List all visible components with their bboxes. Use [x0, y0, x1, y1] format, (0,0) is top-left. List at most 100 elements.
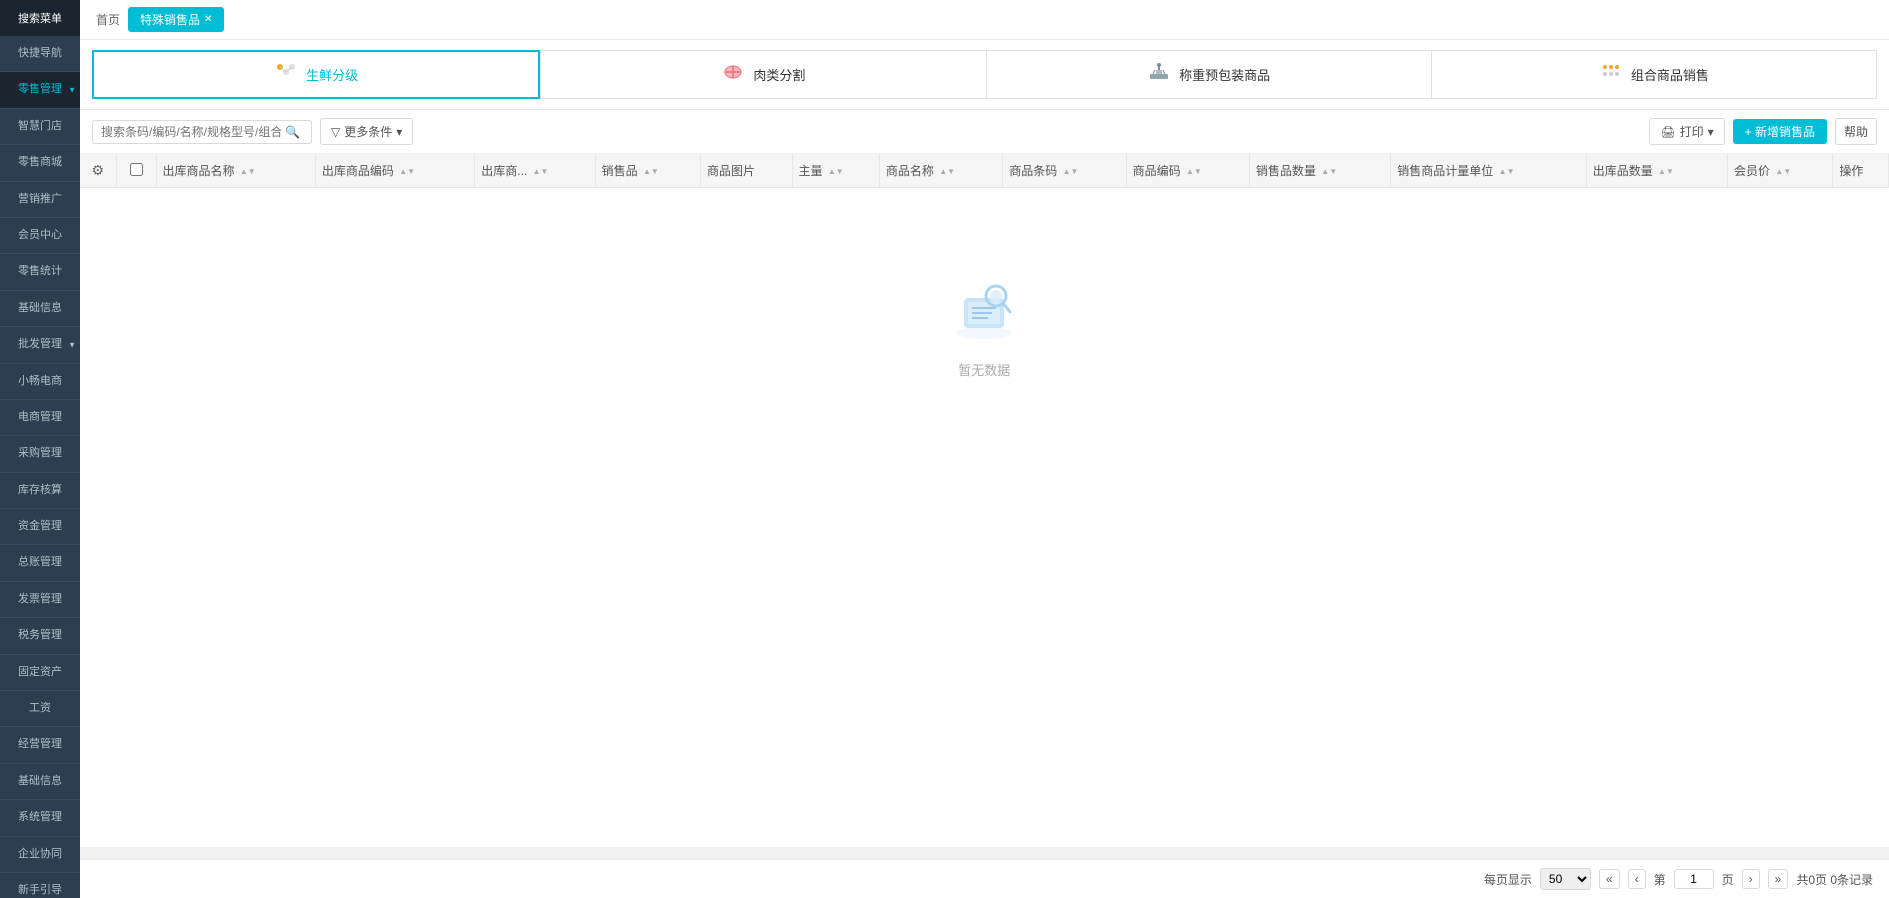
- sort-icon[interactable]: ▲▼: [1499, 168, 1515, 176]
- active-tab[interactable]: 特殊销售品 ✕: [128, 7, 224, 32]
- th-sales-goods: 销售品 ▲▼: [595, 154, 700, 188]
- print-button[interactable]: 🖨 打印 ▾: [1649, 118, 1724, 145]
- sidebar-item-basic-info[interactable]: 基础信息: [0, 291, 80, 327]
- th-settings: ⚙: [80, 154, 116, 188]
- sidebar-item-ecommerce-mgmt[interactable]: 电商管理: [0, 400, 80, 436]
- th-sales-unit: 销售商品计量单位 ▲▼: [1391, 154, 1586, 188]
- sidebar-item-sys-mgmt[interactable]: 系统管理: [0, 800, 80, 836]
- sidebar-item-wages[interactable]: 工资: [0, 691, 80, 727]
- page-label: 第: [1654, 871, 1666, 888]
- sidebar-item-member-center[interactable]: 会员中心: [0, 218, 80, 254]
- main-content: 首页 特殊销售品 ✕ 生鲜分级: [80, 0, 1889, 898]
- sidebar-logo[interactable]: 搜索菜单: [0, 0, 80, 36]
- fresh-grade-icon: [274, 62, 298, 87]
- empty-text: 暂无数据: [958, 360, 1010, 379]
- horizontal-scrollbar[interactable]: [80, 847, 1889, 859]
- sidebar-item-ops-mgmt[interactable]: 经营管理: [0, 727, 80, 763]
- sort-icon[interactable]: ▲▼: [533, 168, 549, 176]
- tab-fresh-grade-label: 生鲜分级: [306, 65, 358, 84]
- meat-cut-icon: [721, 62, 745, 87]
- tab-combo-sales[interactable]: 组合商品销售: [1431, 50, 1877, 99]
- sidebar-item-inventory[interactable]: 库存核算: [0, 473, 80, 509]
- th-goods-name: 商品名称 ▲▼: [879, 154, 1002, 188]
- sort-icon[interactable]: ▲▼: [643, 168, 659, 176]
- sidebar-item-quick-nav[interactable]: 快捷导航: [0, 36, 80, 72]
- empty-state-icon: [944, 268, 1024, 348]
- page-input[interactable]: [1674, 869, 1714, 889]
- sidebar-item-marketing[interactable]: 营销推广: [0, 182, 80, 218]
- sidebar-item-invoice-mgmt[interactable]: 发票管理: [0, 582, 80, 618]
- th-action: 操作: [1833, 154, 1889, 188]
- sidebar-item-wholesale-mgmt[interactable]: 批发管理: [0, 327, 80, 363]
- sort-icon[interactable]: ▲▼: [1186, 168, 1202, 176]
- home-link[interactable]: 首页: [96, 11, 120, 28]
- filter-arrow-icon: ▾: [396, 125, 402, 139]
- weigh-prepack-icon: [1147, 62, 1171, 87]
- tab-meat-cut[interactable]: 肉类分割: [540, 50, 985, 99]
- select-all-checkbox[interactable]: [130, 163, 143, 176]
- th-goods-image: 商品图片: [700, 154, 792, 188]
- sort-icon[interactable]: ▲▼: [1658, 168, 1674, 176]
- toolbar: 🔍 ▽ 更多条件 ▾ 🖨 打印 ▾ + 新增销售品 帮助: [80, 110, 1889, 154]
- page-content: 生鲜分级 肉类分割: [80, 40, 1889, 898]
- th-out-goods-code: 出库商品编码 ▲▼: [315, 154, 474, 188]
- sidebar-item-capital-mgmt[interactable]: 资金管理: [0, 509, 80, 545]
- search-icon[interactable]: 🔍: [285, 125, 300, 139]
- sidebar-logo-label: 搜索菜单: [18, 10, 62, 26]
- table-wrapper: ⚙ 出库商品名称 ▲▼ 出库商品编码 ▲▼: [80, 154, 1889, 847]
- column-settings-icon[interactable]: ⚙: [91, 162, 104, 178]
- tab-meat-cut-label: 肉类分割: [753, 65, 805, 84]
- sort-icon[interactable]: ▲▼: [1775, 168, 1791, 176]
- search-box[interactable]: 🔍: [92, 120, 312, 144]
- prev-page-button[interactable]: ‹: [1628, 869, 1646, 889]
- tab-weigh-prepack-label: 称重预包装商品: [1179, 65, 1270, 84]
- sidebar-item-fixed-assets[interactable]: 固定资产: [0, 655, 80, 691]
- filter-button[interactable]: ▽ 更多条件 ▾: [320, 118, 413, 145]
- th-out-goods-spec: 出库商... ▲▼: [475, 154, 595, 188]
- per-page-select[interactable]: 50 10 20 100: [1540, 868, 1591, 890]
- sidebar-item-tax-mgmt[interactable]: 税务管理: [0, 618, 80, 654]
- toolbar-right: 🖨 打印 ▾ + 新增销售品 帮助: [1649, 118, 1877, 145]
- print-icon: 🖨: [1660, 125, 1675, 139]
- pagination-bar: 每页显示 50 10 20 100 « ‹ 第 页 › » 共0页 0条记录: [80, 859, 1889, 898]
- sidebar-item-purchase-mgmt[interactable]: 采购管理: [0, 436, 80, 472]
- sidebar-item-general-ledger[interactable]: 总账管理: [0, 545, 80, 581]
- sort-icon[interactable]: ▲▼: [399, 168, 415, 176]
- sort-icon[interactable]: ▲▼: [1321, 168, 1337, 176]
- sidebar-item-retail-stats[interactable]: 零售统计: [0, 254, 80, 290]
- sidebar-item-retail-mall[interactable]: 零售商城: [0, 145, 80, 181]
- add-label: + 新增销售品: [1745, 125, 1815, 139]
- table-body: 暂无数据: [80, 188, 1889, 460]
- tab-fresh-grade[interactable]: 生鲜分级: [92, 50, 540, 99]
- sort-icon[interactable]: ▲▼: [240, 168, 256, 176]
- sidebar-item-smart-store[interactable]: 智慧门店: [0, 109, 80, 145]
- close-tab-icon[interactable]: ✕: [204, 14, 212, 25]
- add-button[interactable]: + 新增销售品: [1733, 119, 1827, 144]
- sort-icon[interactable]: ▲▼: [939, 168, 955, 176]
- print-label: 打印: [1680, 123, 1704, 140]
- search-input[interactable]: [101, 125, 281, 139]
- sidebar: 搜索菜单 快捷导航 零售管理 智慧门店 零售商城 营销推广 会员中心 零售统计 …: [0, 0, 80, 898]
- th-goods-code: 商品编码 ▲▼: [1126, 154, 1249, 188]
- tab-weigh-prepack[interactable]: 称重预包装商品: [986, 50, 1431, 99]
- first-page-button[interactable]: «: [1599, 869, 1620, 889]
- category-tabs: 生鲜分级 肉类分割: [80, 40, 1889, 110]
- data-table: ⚙ 出库商品名称 ▲▼ 出库商品编码 ▲▼: [80, 154, 1889, 459]
- sort-icon[interactable]: ▲▼: [828, 168, 844, 176]
- page-suffix: 页: [1722, 871, 1734, 888]
- help-button[interactable]: 帮助: [1835, 118, 1877, 145]
- topbar: 首页 特殊销售品 ✕: [80, 0, 1889, 40]
- combo-sales-icon: [1599, 62, 1623, 87]
- sidebar-item-company-proto[interactable]: 企业协同: [0, 837, 80, 873]
- active-tab-label: 特殊销售品: [140, 11, 200, 28]
- last-page-button[interactable]: »: [1768, 869, 1789, 889]
- next-page-button[interactable]: ›: [1742, 869, 1760, 889]
- print-arrow-icon: ▾: [1708, 125, 1714, 139]
- filter-icon: ▽: [331, 125, 340, 139]
- sidebar-item-newbie[interactable]: 新手引导: [0, 873, 80, 898]
- sidebar-item-basic-info2[interactable]: 基础信息: [0, 764, 80, 800]
- sidebar-item-mini-ecommerce[interactable]: 小畅电商: [0, 364, 80, 400]
- sidebar-item-retail-mgmt[interactable]: 零售管理: [0, 72, 80, 108]
- th-out-qty: 出库品数量 ▲▼: [1586, 154, 1727, 188]
- sort-icon[interactable]: ▲▼: [1063, 168, 1079, 176]
